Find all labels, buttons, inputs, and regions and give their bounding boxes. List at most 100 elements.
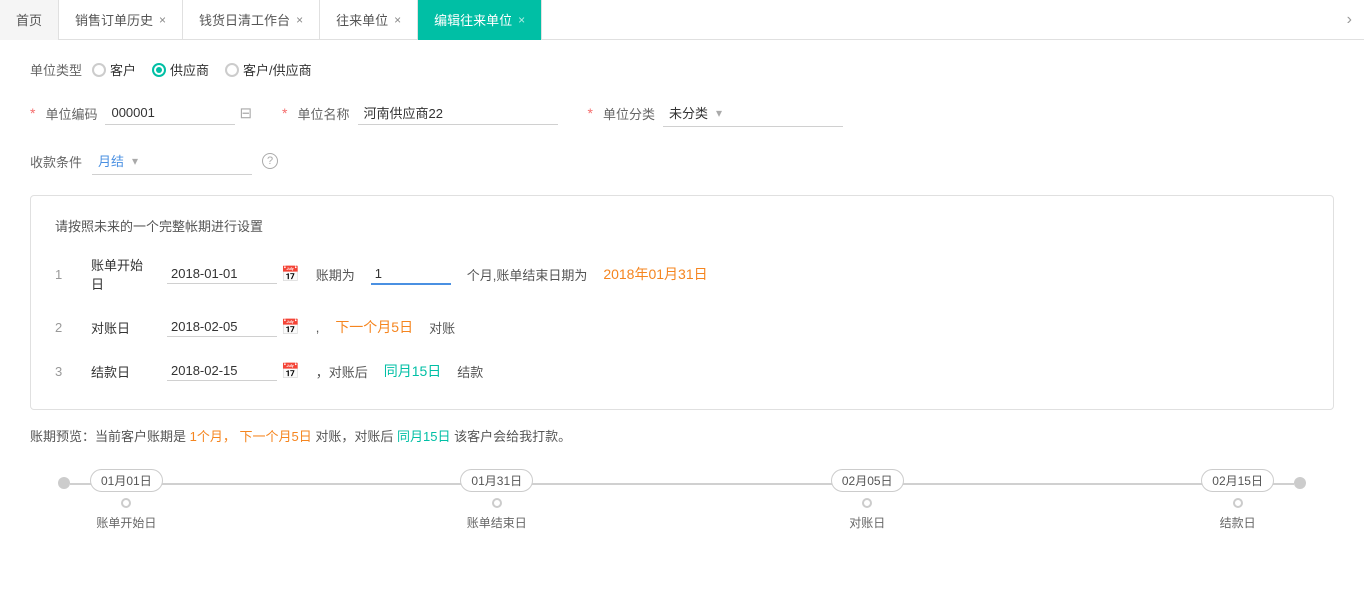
radio-supplier-label: 供应商: [170, 60, 209, 79]
period-date-2-cal-icon[interactable]: 📅: [281, 318, 300, 336]
preview-text: 账期预览：当前客户账期是 1个月， 下一个月5日 对账，对账后 同月15日 该客…: [30, 426, 1334, 445]
tab-partners[interactable]: 往来单位 ×: [320, 0, 418, 40]
preview-suffix: 该客户会给我打款。: [454, 429, 571, 444]
unit-info-row: * 单位编码 ⊟ * 单位名称 * 单位分类 未分类 ▾: [30, 99, 1334, 127]
timeline-dot-4: [1233, 498, 1243, 508]
period-highlight-2: 下一个月5日: [335, 317, 413, 337]
unit-name-label: 单位名称: [298, 104, 350, 123]
unit-code-input-group: ⊟: [105, 101, 252, 125]
period-label-1: 账单开始日: [91, 255, 151, 293]
timeline-section: 01月01日 账单开始日 01月31日 账单结束日 02月05日 对账日 02月…: [30, 469, 1334, 571]
tab-sales-history[interactable]: 销售订单历史 ×: [59, 0, 183, 40]
tab-bar: 首页 销售订单历史 × 钱货日清工作台 × 往来单位 × 编辑往来单位 × ›: [0, 0, 1364, 40]
radio-supplier-dot: [156, 67, 162, 73]
timeline-point-3: 02月05日 对账日: [831, 469, 904, 531]
radio-supplier[interactable]: 供应商: [152, 60, 209, 79]
timeline-points: 01月01日 账单开始日 01月31日 账单结束日 02月05日 对账日 02月…: [50, 469, 1314, 531]
timeline-dot-3: [862, 498, 872, 508]
timeline-label-top-4: 02月15日: [1201, 469, 1274, 492]
period-months-input[interactable]: [371, 264, 451, 285]
preview-payment: 同月15日: [397, 429, 450, 444]
radio-customer[interactable]: 客户: [92, 60, 136, 79]
tab-sales-history-close[interactable]: ×: [159, 13, 166, 27]
unit-category-select[interactable]: 未分类 ▾: [663, 99, 843, 127]
period-num-3: 3: [55, 364, 75, 379]
timeline-label-bottom-4: 结款日: [1220, 514, 1256, 531]
payment-condition-row: 收款条件 月结 ▾ ?: [30, 147, 1334, 175]
tab-edit-partner-label: 编辑往来单位: [434, 10, 512, 29]
tab-cash-work[interactable]: 钱货日清工作台 ×: [183, 0, 320, 40]
radio-both-circle: [225, 63, 239, 77]
section-title: 请按照未来的一个完整帐期进行设置: [55, 216, 1309, 235]
payment-help-icon[interactable]: ?: [262, 153, 278, 169]
radio-customer-label: 客户: [110, 60, 136, 79]
unit-category-value: 未分类: [669, 103, 708, 122]
payment-condition-chevron: ▾: [132, 154, 138, 168]
period-date-3-input[interactable]: [167, 361, 277, 381]
radio-customer-circle: [92, 63, 106, 77]
unit-type-label: 单位类型: [30, 60, 82, 79]
tab-sales-history-label: 销售订单历史: [75, 10, 153, 29]
tab-cash-work-close[interactable]: ×: [296, 13, 303, 27]
timeline-label-top-3: 02月05日: [831, 469, 904, 492]
timeline-label-bottom-2: 账单结束日: [467, 514, 527, 531]
period-row-3: 3 结款日 📅 ，对账后 同月15日 结款: [55, 361, 1309, 381]
period-date-2-input[interactable]: [167, 317, 277, 337]
period-end-date-1: 2018年01月31日: [603, 264, 707, 284]
period-highlight-3: 同月15日: [384, 361, 442, 381]
unit-category-label: 单位分类: [603, 104, 655, 123]
preview-reconcile: 下一个月5日: [240, 429, 312, 444]
tab-more-button[interactable]: ›: [1335, 0, 1364, 40]
preview-reconcile-suffix: 对账，对账后: [315, 429, 393, 444]
unit-category-required: *: [588, 105, 593, 121]
period-date-2-group: 📅: [167, 317, 300, 337]
unit-category-chevron: ▾: [716, 106, 722, 120]
timeline-point-1: 01月01日 账单开始日: [90, 469, 163, 531]
radio-supplier-circle: [152, 63, 166, 77]
tab-home-label: 首页: [16, 10, 42, 29]
period-label-2: 对账日: [91, 318, 151, 337]
unit-name-input[interactable]: [358, 101, 558, 125]
period-row-1: 1 账单开始日 📅 账期为 个月,账单结束日期为 2018年01月31日: [55, 255, 1309, 293]
timeline-label-top-1: 01月01日: [90, 469, 163, 492]
period-date-1-group: 📅: [167, 264, 300, 284]
preview-prefix: 账期预览：当前客户账期是: [30, 429, 186, 444]
period-date-1-input[interactable]: [167, 264, 277, 284]
radio-both-label: 客户/供应商: [243, 60, 312, 79]
unit-code-required: *: [30, 105, 35, 121]
period-text-3-suffix: 结款: [457, 362, 483, 381]
tab-partners-label: 往来单位: [336, 10, 388, 29]
period-text-3-prefix: ，对账后: [316, 362, 368, 381]
unit-code-group: * 单位编码 ⊟: [30, 101, 252, 125]
unit-code-label: 单位编码: [45, 104, 97, 123]
timeline-label-top-2: 01月31日: [460, 469, 533, 492]
tab-home[interactable]: 首页: [0, 0, 59, 40]
payment-condition-value: 月结: [98, 151, 124, 170]
period-text-2-prefix: ,: [316, 320, 320, 335]
tab-cash-work-label: 钱货日清工作台: [199, 10, 290, 29]
main-content: 单位类型 客户 供应商 客户/供应商 * 单位编: [0, 40, 1364, 608]
unit-code-input[interactable]: [105, 101, 235, 125]
tab-partners-close[interactable]: ×: [394, 13, 401, 27]
timeline-dot-2: [492, 498, 502, 508]
period-months-suffix: 个月,账单结束日期为: [467, 265, 588, 284]
period-date-1-cal-icon[interactable]: 📅: [281, 265, 300, 283]
unit-name-required: *: [282, 105, 287, 121]
timeline-point-2: 01月31日 账单结束日: [460, 469, 533, 531]
period-date-3-cal-icon[interactable]: 📅: [281, 362, 300, 380]
period-date-3-group: 📅: [167, 361, 300, 381]
payment-condition-select[interactable]: 月结 ▾: [92, 147, 252, 175]
timeline-dot-1: [121, 498, 131, 508]
unit-type-row: 单位类型 客户 供应商 客户/供应商: [30, 60, 1334, 79]
period-num-2: 2: [55, 320, 75, 335]
radio-both[interactable]: 客户/供应商: [225, 60, 312, 79]
period-text-1: 账期为: [316, 265, 355, 284]
period-section: 请按照未来的一个完整帐期进行设置 1 账单开始日 📅 账期为 个月,账单结束日期…: [30, 195, 1334, 410]
tab-edit-partner-close[interactable]: ×: [518, 13, 525, 27]
unit-code-copy-icon[interactable]: ⊟: [239, 104, 252, 122]
tab-edit-partner[interactable]: 编辑往来单位 ×: [418, 0, 542, 40]
preview-period: 1个月，: [190, 429, 236, 444]
timeline-point-4: 02月15日 结款日: [1201, 469, 1274, 531]
payment-condition-label: 收款条件: [30, 152, 82, 171]
period-label-3: 结款日: [91, 362, 151, 381]
